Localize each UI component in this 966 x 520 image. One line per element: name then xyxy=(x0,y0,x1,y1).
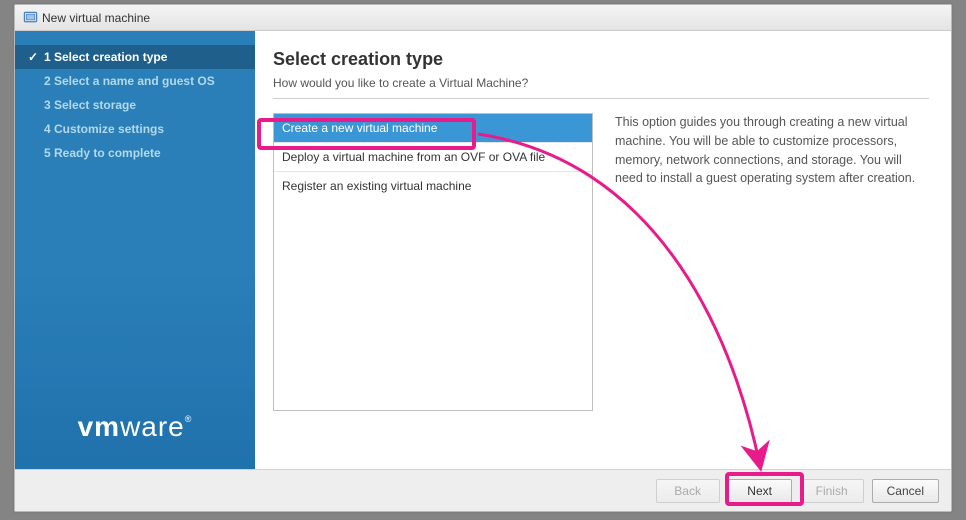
cancel-button[interactable]: Cancel xyxy=(872,479,939,503)
wizard-footer: Back Next Finish Cancel xyxy=(15,469,951,511)
wizard-main: Select creation type How would you like … xyxy=(255,31,951,469)
step-select-name-guest-os[interactable]: ✓ 2 Select a name and guest OS xyxy=(15,69,255,93)
back-button[interactable]: Back xyxy=(656,479,720,503)
vm-icon xyxy=(22,10,38,26)
step-label: 5 Ready to complete xyxy=(44,146,161,160)
option-register-existing[interactable]: Register an existing virtual machine xyxy=(274,172,592,200)
step-select-creation-type[interactable]: ✓ 1 Select creation type xyxy=(15,45,255,69)
creation-option-list[interactable]: Create a new virtual machine Deploy a vi… xyxy=(273,113,593,411)
next-button[interactable]: Next xyxy=(728,479,792,503)
wizard-dialog: New virtual machine ✓ 1 Select creation … xyxy=(14,4,952,512)
content-area: ✓ 1 Select creation type ✓ 2 Select a na… xyxy=(15,31,951,469)
page-title: Select creation type xyxy=(273,49,929,70)
logo-part-vm: vm xyxy=(78,411,120,442)
wizard-sidebar: ✓ 1 Select creation type ✓ 2 Select a na… xyxy=(15,31,255,469)
finish-button[interactable]: Finish xyxy=(800,479,864,503)
step-select-storage[interactable]: ✓ 3 Select storage xyxy=(15,93,255,117)
logo-registered: ® xyxy=(185,414,193,424)
window-title: New virtual machine xyxy=(42,11,150,25)
step-label: 2 Select a name and guest OS xyxy=(44,74,215,88)
check-icon: ✓ xyxy=(25,50,41,64)
step-label: 4 Customize settings xyxy=(44,122,164,136)
page-subtitle: How would you like to create a Virtual M… xyxy=(273,76,929,99)
step-ready-to-complete[interactable]: ✓ 5 Ready to complete xyxy=(15,141,255,165)
step-label: 3 Select storage xyxy=(44,98,136,112)
option-label: Deploy a virtual machine from an OVF or … xyxy=(282,150,545,164)
option-label: Register an existing virtual machine xyxy=(282,179,471,193)
step-label: 1 Select creation type xyxy=(44,50,167,64)
option-deploy-ovf-ova[interactable]: Deploy a virtual machine from an OVF or … xyxy=(274,143,592,172)
option-create-new-vm[interactable]: Create a new virtual machine xyxy=(274,114,592,143)
titlebar: New virtual machine xyxy=(15,5,951,31)
body-columns: Create a new virtual machine Deploy a vi… xyxy=(273,99,929,459)
option-description: This option guides you through creating … xyxy=(615,113,929,459)
vmware-logo: vmware® xyxy=(15,411,255,443)
step-customize-settings[interactable]: ✓ 4 Customize settings xyxy=(15,117,255,141)
logo-part-ware: ware xyxy=(120,411,185,442)
option-label: Create a new virtual machine xyxy=(282,121,437,135)
